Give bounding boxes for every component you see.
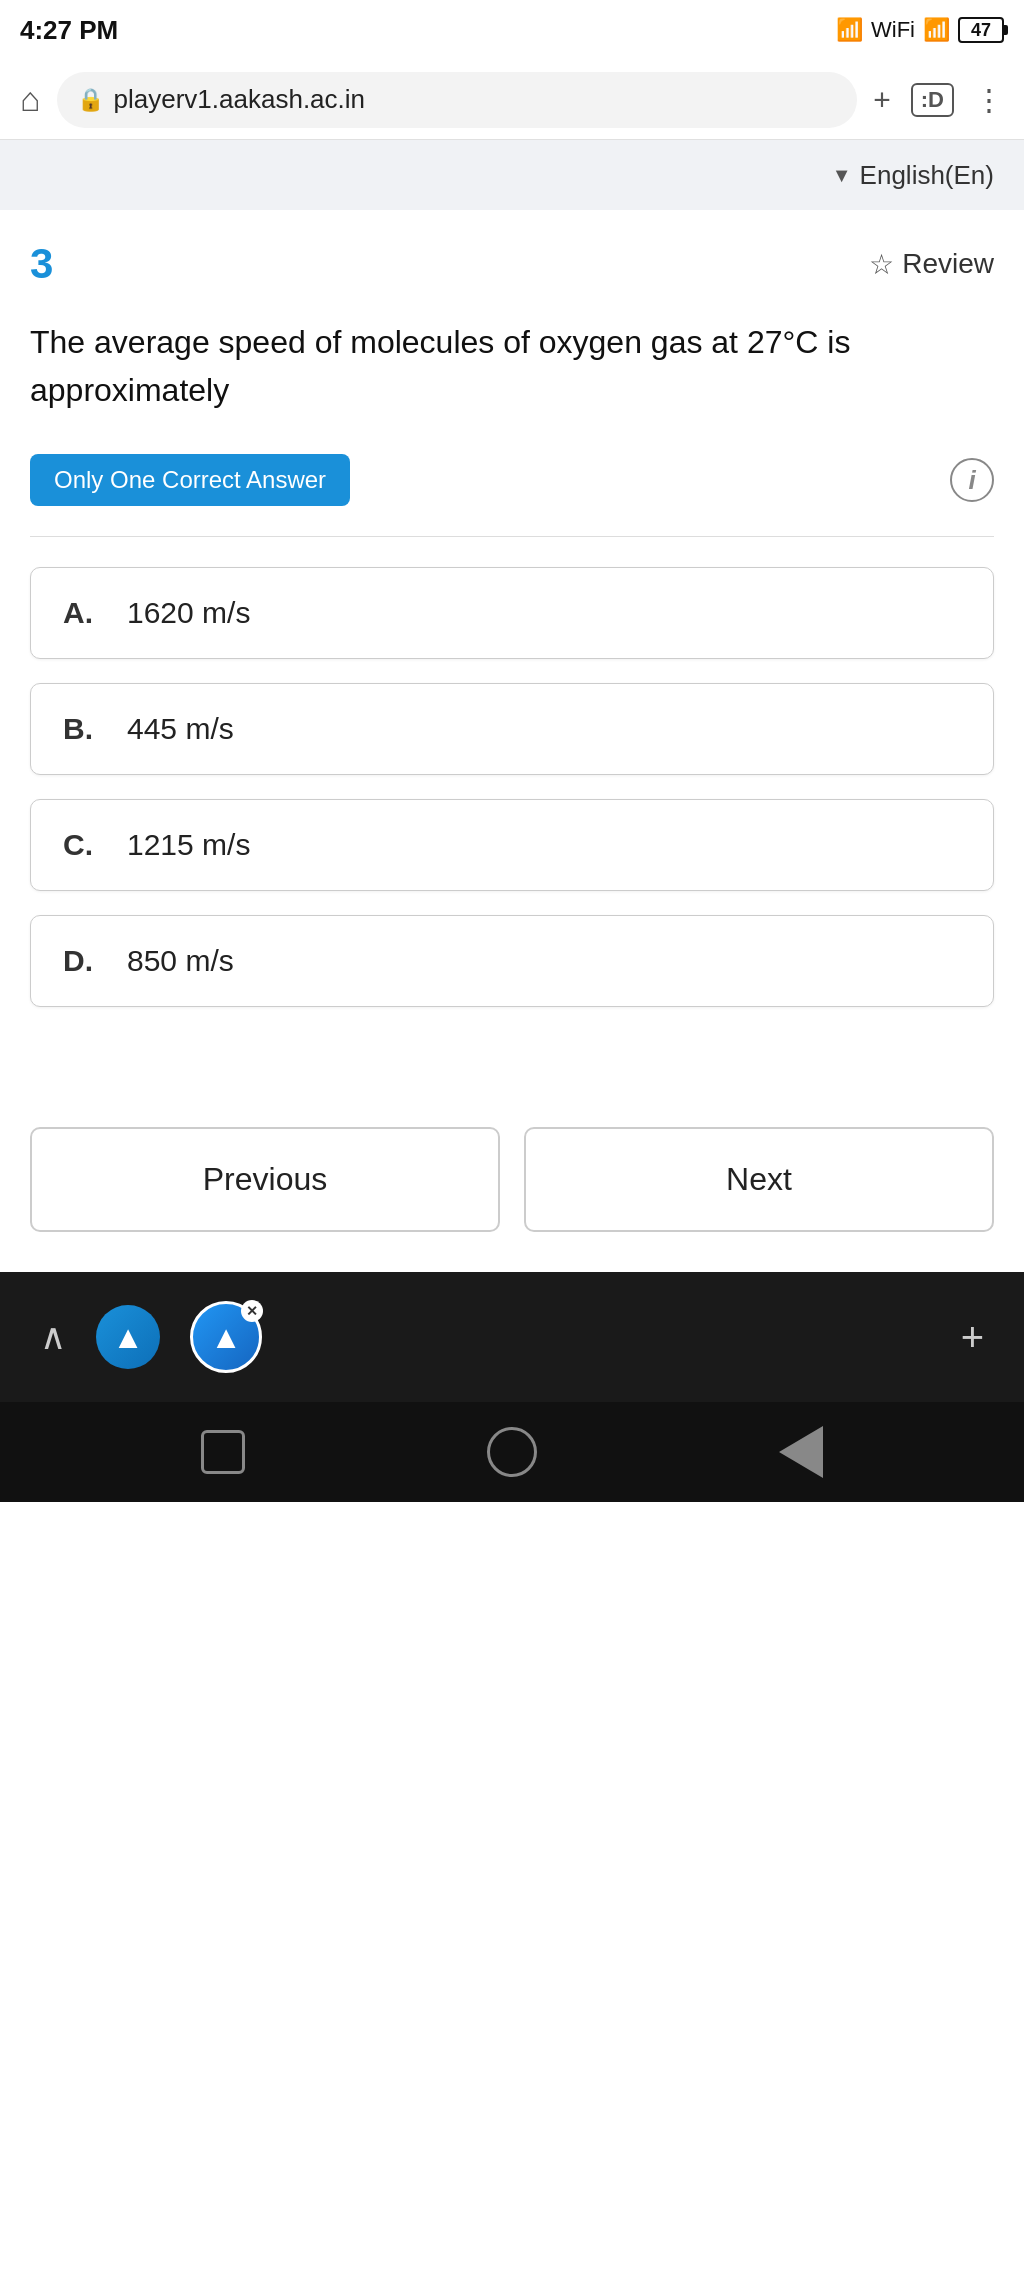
option-b[interactable]: B. 445 m/s	[30, 683, 994, 775]
home-icon[interactable]: ⌂	[20, 80, 41, 119]
option-c[interactable]: C. 1215 m/s	[30, 799, 994, 891]
option-a-text: 1620 m/s	[127, 596, 250, 630]
status-bar: 4:27 PM 📶 WiFi 📶 47	[0, 0, 1024, 60]
android-nav-strip	[0, 1402, 1024, 1502]
tab-count[interactable]: :D	[911, 83, 954, 117]
content-spacer	[30, 1047, 994, 1127]
status-time: 4:27 PM	[20, 15, 118, 46]
option-d-text: 850 m/s	[127, 944, 234, 978]
android-bar-left: ∧ ▲ ▲ ✕	[40, 1301, 262, 1373]
answer-type-row: Only One Correct Answer i	[30, 454, 994, 506]
android-bottom-bar: ∧ ▲ ▲ ✕ +	[0, 1272, 1024, 1402]
battery-icon: 47	[958, 17, 1004, 43]
language-selector[interactable]: ▼ English(En)	[832, 160, 994, 191]
option-d[interactable]: D. 850 m/s	[30, 915, 994, 1007]
review-button[interactable]: ☆ Review	[869, 248, 994, 281]
nav-square-button[interactable]	[201, 1430, 245, 1474]
star-icon: ☆	[869, 248, 894, 281]
more-options-icon[interactable]: ⋮	[974, 82, 1004, 117]
url-text: playerv1.aakash.ac.in	[114, 84, 365, 115]
review-label: Review	[902, 248, 994, 280]
signal-icon: 📶	[836, 17, 863, 43]
nav-back-button[interactable]	[779, 1426, 823, 1478]
android-bar-plus[interactable]: +	[961, 1315, 984, 1360]
android-app-icon-1[interactable]: ▲	[96, 1305, 160, 1369]
status-icons: 📶 WiFi 📶 47	[836, 17, 1004, 43]
nav-buttons: Previous Next	[30, 1127, 994, 1272]
android-app-icon-active[interactable]: ▲ ✕	[190, 1301, 262, 1373]
option-b-text: 445 m/s	[127, 712, 234, 746]
divider	[30, 536, 994, 537]
browser-actions: + :D ⋮	[873, 82, 1004, 117]
nav-circle-button[interactable]	[487, 1427, 537, 1477]
wifi-icon: WiFi	[871, 17, 915, 43]
language-bar: ▼ English(En)	[0, 140, 1024, 210]
nav-circle-icon	[487, 1427, 537, 1477]
chevron-down-icon: ▼	[832, 164, 852, 187]
info-icon[interactable]: i	[950, 458, 994, 502]
question-header: 3 ☆ Review	[30, 240, 994, 288]
wifi-signal-icon: 📶	[923, 17, 950, 43]
aakash-icon: ▲	[112, 1319, 144, 1356]
option-b-label: B.	[63, 712, 99, 746]
lock-icon: 🔒	[77, 87, 104, 113]
language-label: English(En)	[860, 160, 994, 191]
aakash-active-icon: ▲	[210, 1319, 242, 1356]
nav-square-icon	[201, 1430, 245, 1474]
previous-button[interactable]: Previous	[30, 1127, 500, 1232]
add-tab-icon[interactable]: +	[873, 83, 891, 117]
url-bar[interactable]: 🔒 playerv1.aakash.ac.in	[57, 72, 858, 128]
question-number: 3	[30, 240, 53, 288]
next-button[interactable]: Next	[524, 1127, 994, 1232]
nav-triangle-icon	[779, 1426, 823, 1478]
close-badge: ✕	[241, 1300, 263, 1322]
browser-bar: ⌂ 🔒 playerv1.aakash.ac.in + :D ⋮	[0, 60, 1024, 140]
option-c-label: C.	[63, 828, 99, 862]
options-list: A. 1620 m/s B. 445 m/s C. 1215 m/s D. 85…	[30, 567, 994, 1007]
answer-type-badge: Only One Correct Answer	[30, 454, 350, 506]
main-content: 3 ☆ Review The average speed of molecule…	[0, 210, 1024, 1272]
chevron-up-icon[interactable]: ∧	[40, 1316, 66, 1358]
option-a[interactable]: A. 1620 m/s	[30, 567, 994, 659]
option-a-label: A.	[63, 596, 99, 630]
option-c-text: 1215 m/s	[127, 828, 250, 862]
question-text: The average speed of molecules of oxygen…	[30, 318, 994, 414]
option-d-label: D.	[63, 944, 99, 978]
